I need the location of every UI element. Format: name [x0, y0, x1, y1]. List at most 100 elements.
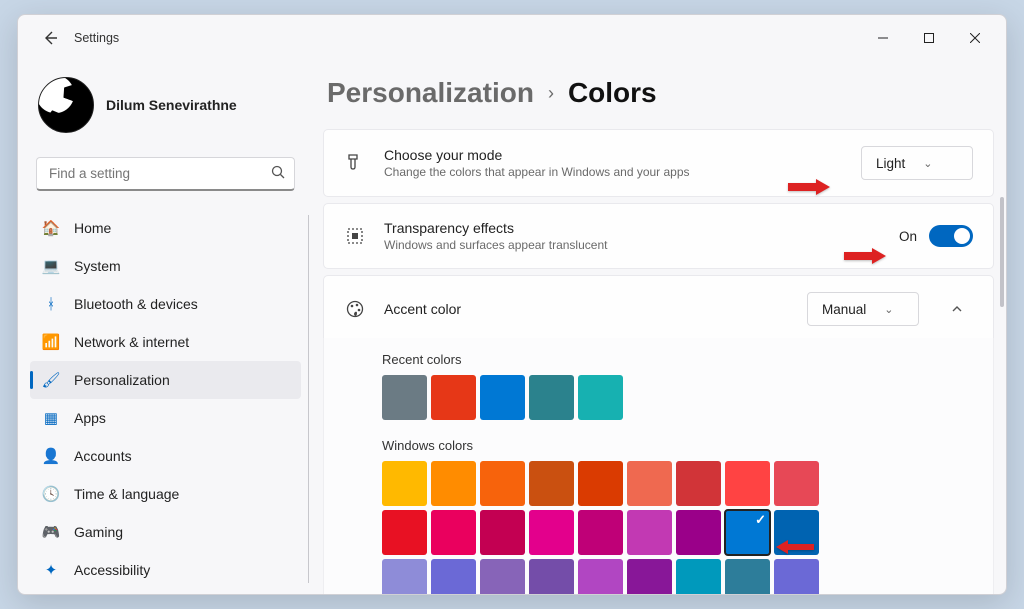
choose-mode-card[interactable]: Choose your mode Change the colors that … [323, 129, 994, 197]
recent-color-swatch[interactable] [480, 375, 525, 420]
recent-colors-label: Recent colors [382, 352, 983, 367]
avatar [38, 77, 94, 133]
windows-color-swatch[interactable] [480, 559, 525, 594]
maximize-button[interactable] [906, 18, 952, 58]
username: Dilum Senevirathne [106, 97, 237, 113]
sidebar-item-bluetooth-devices[interactable]: ᚼBluetooth & devices [30, 285, 301, 323]
accent-expander[interactable] [941, 293, 973, 325]
windows-color-swatch[interactable] [480, 510, 525, 555]
accent-dropdown[interactable]: Manual ⌄ [807, 292, 919, 326]
home-icon: 🏠 [42, 219, 60, 237]
sidebar-item-accessibility[interactable]: ✦ Accessibility [30, 551, 301, 589]
windows-color-swatch[interactable] [627, 461, 672, 506]
search-input[interactable] [36, 157, 295, 191]
sidebar-item-system[interactable]: 💻System [30, 247, 301, 285]
windows-color-swatch[interactable] [529, 559, 574, 594]
close-icon [970, 33, 980, 43]
sidebar-item-label: Time & language [74, 486, 179, 502]
sidebar-item-label: Home [74, 220, 111, 236]
windows-color-swatch[interactable] [725, 510, 770, 555]
windows-color-swatch[interactable] [431, 559, 476, 594]
personalization-icon: 🖌 [42, 371, 60, 389]
windows-color-swatch[interactable] [529, 510, 574, 555]
windows-color-swatch[interactable] [480, 461, 525, 506]
windows-color-swatch[interactable] [774, 510, 819, 555]
apps-icon: ▦ [42, 409, 60, 427]
back-arrow-icon [42, 30, 58, 46]
windows-color-swatch[interactable] [676, 510, 721, 555]
transparency-title: Transparency effects [384, 220, 881, 236]
profile[interactable]: Dilum Senevirathne [22, 65, 309, 149]
breadcrumb: Personalization › Colors [321, 69, 998, 129]
sidebar-item-personalization[interactable]: 🖌 Personalization [30, 361, 301, 399]
main-panel: Personalization › Colors Choose your mod… [313, 61, 1006, 594]
gaming-icon: 🎮 [42, 523, 60, 541]
windows-color-swatch[interactable] [578, 461, 623, 506]
titlebar: Settings [18, 15, 1006, 61]
windows-color-swatch[interactable] [627, 510, 672, 555]
windows-color-swatch[interactable] [725, 559, 770, 594]
windows-color-swatch[interactable] [676, 461, 721, 506]
transparency-desc: Windows and surfaces appear translucent [384, 238, 881, 252]
app-title: Settings [74, 31, 119, 45]
recent-color-swatch[interactable] [431, 375, 476, 420]
windows-color-swatch[interactable] [774, 461, 819, 506]
breadcrumb-current: Colors [568, 77, 657, 109]
windows-color-swatch[interactable] [382, 559, 427, 594]
nav-list: 🏠 Home 💻SystemᚼBluetooth & devices 📶 Network… [22, 209, 309, 589]
accent-color-card[interactable]: Accent color Manual ⌄ [323, 275, 994, 343]
sidebar-item-label: Network & internet [74, 334, 189, 350]
sidebar-item-label: Accessibility [74, 562, 150, 578]
recent-color-swatch[interactable] [578, 375, 623, 420]
back-button[interactable] [34, 22, 66, 54]
palette-icon [344, 298, 366, 320]
settings-window: Settings Dilum Senevirathne 🏠 Home 💻System… [17, 14, 1007, 595]
chevron-down-icon: ⌄ [884, 303, 893, 316]
mode-desc: Change the colors that appear in Windows… [384, 165, 843, 179]
chevron-right-icon: › [548, 83, 554, 104]
maximize-icon [924, 33, 934, 43]
windows-color-swatch[interactable] [431, 510, 476, 555]
brush-icon [344, 152, 366, 174]
chevron-down-icon: ⌄ [923, 157, 932, 170]
windows-color-swatch[interactable] [529, 461, 574, 506]
sidebar-item-apps[interactable]: ▦Apps [30, 399, 301, 437]
windows-color-swatch[interactable] [627, 559, 672, 594]
windows-color-swatch[interactable] [431, 461, 476, 506]
sidebar-item-time-language[interactable]: 🕓Time & language [30, 475, 301, 513]
windows-color-swatch[interactable] [676, 559, 721, 594]
system-icon: 💻 [42, 257, 60, 275]
windows-color-swatch[interactable] [382, 510, 427, 555]
windows-color-swatch[interactable] [578, 510, 623, 555]
sidebar-item-label: Personalization [74, 372, 170, 388]
bluetooth-devices-icon: ᚼ [42, 295, 60, 313]
close-button[interactable] [952, 18, 998, 58]
recent-colors-row [382, 375, 983, 420]
sidebar-item-label: Accounts [74, 448, 132, 464]
windows-colors-grid [382, 461, 983, 594]
windows-color-swatch[interactable] [725, 461, 770, 506]
recent-color-swatch[interactable] [382, 375, 427, 420]
sidebar-item-gaming[interactable]: 🎮Gaming [30, 513, 301, 551]
search-icon [271, 165, 285, 183]
windows-color-swatch[interactable] [774, 559, 819, 594]
network-internet-icon: 📶 [42, 333, 60, 351]
accent-title: Accent color [384, 301, 789, 317]
recent-color-swatch[interactable] [529, 375, 574, 420]
sidebar: Dilum Senevirathne 🏠 Home 💻SystemᚼBluetoot… [18, 61, 313, 594]
scrollbar-thumb[interactable] [1000, 197, 1004, 307]
windows-color-swatch[interactable] [578, 559, 623, 594]
transparency-icon [344, 225, 366, 247]
windows-color-swatch[interactable] [382, 461, 427, 506]
sidebar-item-accounts[interactable]: 👤Accounts [30, 437, 301, 475]
transparency-toggle[interactable] [929, 225, 973, 247]
sidebar-item-home[interactable]: 🏠 Home [30, 209, 301, 247]
accent-value: Manual [822, 302, 866, 317]
minimize-button[interactable] [860, 18, 906, 58]
accessibility-icon: ✦ [42, 561, 60, 579]
sidebar-item-network-internet[interactable]: 📶 Network & internet [30, 323, 301, 361]
transparency-state-label: On [899, 229, 917, 244]
transparency-card[interactable]: Transparency effects Windows and surface… [323, 203, 994, 269]
breadcrumb-parent[interactable]: Personalization [327, 77, 534, 109]
mode-dropdown[interactable]: Light ⌄ [861, 146, 973, 180]
